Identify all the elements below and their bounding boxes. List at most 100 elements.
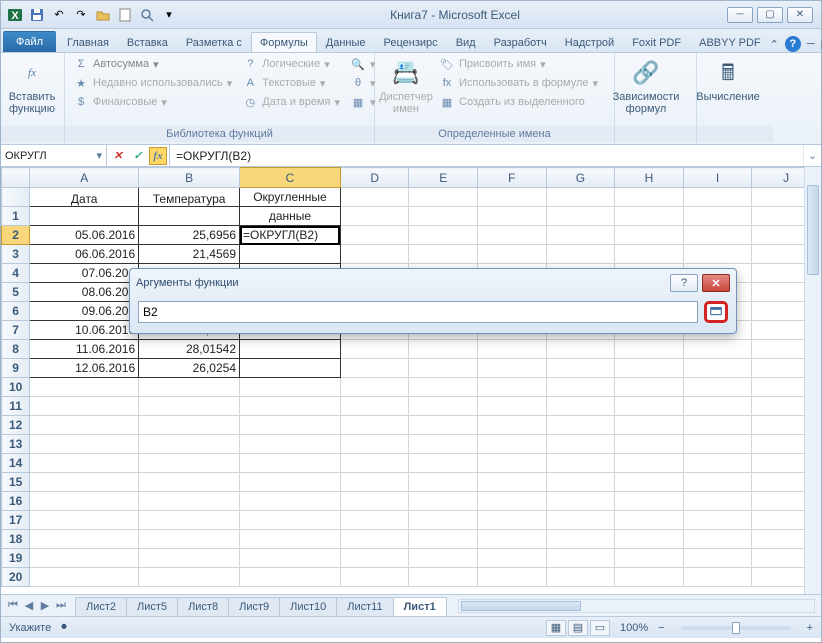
- row-header[interactable]: 20: [2, 568, 30, 587]
- cell[interactable]: [615, 416, 684, 435]
- cell[interactable]: [139, 454, 240, 473]
- cell[interactable]: [409, 207, 478, 226]
- select-all-corner[interactable]: [2, 168, 30, 188]
- cell[interactable]: [478, 207, 547, 226]
- cell[interactable]: [546, 416, 615, 435]
- cell[interactable]: [30, 511, 139, 530]
- col-header[interactable]: D: [340, 168, 409, 188]
- cell[interactable]: [546, 454, 615, 473]
- cell[interactable]: 12.06.2016: [30, 359, 139, 378]
- col-header[interactable]: E: [409, 168, 478, 188]
- cell[interactable]: [240, 549, 341, 568]
- cell[interactable]: [409, 549, 478, 568]
- preview-icon[interactable]: [137, 5, 157, 25]
- cell[interactable]: [340, 435, 409, 454]
- cell[interactable]: [240, 340, 341, 359]
- cell[interactable]: [240, 435, 341, 454]
- cell[interactable]: [30, 397, 139, 416]
- cell[interactable]: [409, 378, 478, 397]
- row-header[interactable]: 11: [2, 397, 30, 416]
- cell[interactable]: [409, 226, 478, 245]
- cell[interactable]: [546, 188, 615, 207]
- grid[interactable]: A B C D E F G H I J Дата Температура Окр…: [1, 167, 821, 587]
- save-icon[interactable]: [27, 5, 47, 25]
- cell[interactable]: [546, 340, 615, 359]
- row-header[interactable]: 8: [2, 340, 30, 359]
- name-box[interactable]: ОКРУГЛ▾: [1, 145, 107, 166]
- cell[interactable]: [240, 492, 341, 511]
- cell[interactable]: [30, 454, 139, 473]
- expand-dialog-button[interactable]: [704, 301, 728, 323]
- cell[interactable]: 25,6956: [139, 226, 240, 245]
- cell[interactable]: Округленные: [240, 188, 341, 207]
- tab-layout[interactable]: Разметка с: [177, 32, 251, 52]
- cell[interactable]: [615, 340, 684, 359]
- dialog-titlebar[interactable]: Аргументы функции ? ✕: [130, 269, 736, 297]
- formula-auditing-button[interactable]: 🔗Зависимости формул: [621, 55, 671, 117]
- cell[interactable]: [615, 397, 684, 416]
- row-header[interactable]: 1: [2, 207, 30, 226]
- cell[interactable]: 09.06.201: [30, 302, 139, 321]
- cell[interactable]: Температура: [139, 188, 240, 207]
- cell[interactable]: [683, 492, 752, 511]
- cell[interactable]: [683, 207, 752, 226]
- recent-button[interactable]: ★Недавно использовались ▾: [71, 74, 234, 92]
- math-button[interactable]: θ▾: [348, 74, 378, 92]
- cell[interactable]: [683, 549, 752, 568]
- cell[interactable]: [340, 207, 409, 226]
- cell[interactable]: [478, 359, 547, 378]
- use-in-formula-button[interactable]: fxИспользовать в формуле ▾: [437, 74, 600, 92]
- cell[interactable]: [340, 397, 409, 416]
- zoom-slider[interactable]: [681, 626, 791, 630]
- cell[interactable]: [615, 492, 684, 511]
- cell[interactable]: [615, 359, 684, 378]
- excel-icon[interactable]: X: [5, 5, 25, 25]
- cell[interactable]: [340, 568, 409, 587]
- sheet-tab[interactable]: Лист11: [336, 597, 393, 616]
- row-header[interactable]: 19: [2, 549, 30, 568]
- tab-file[interactable]: Файл: [3, 31, 56, 52]
- cell[interactable]: [139, 207, 240, 226]
- vertical-scrollbar[interactable]: [804, 167, 821, 594]
- sheet-nav-next-icon[interactable]: ▶: [37, 598, 53, 614]
- text-button[interactable]: AТекстовые ▾: [240, 74, 342, 92]
- cell[interactable]: [546, 549, 615, 568]
- sheet-tab-active[interactable]: Лист1: [393, 597, 447, 616]
- row-header[interactable]: 15: [2, 473, 30, 492]
- cell[interactable]: [340, 530, 409, 549]
- cell[interactable]: [139, 378, 240, 397]
- row-header[interactable]: 9: [2, 359, 30, 378]
- row-header[interactable]: 7: [2, 321, 30, 340]
- cell[interactable]: [240, 530, 341, 549]
- horizontal-scrollbar[interactable]: [458, 599, 815, 613]
- range-input[interactable]: [138, 301, 698, 323]
- cell[interactable]: [139, 511, 240, 530]
- cell[interactable]: [478, 378, 547, 397]
- cell[interactable]: [683, 511, 752, 530]
- tab-foxit[interactable]: Foxit PDF: [623, 32, 690, 52]
- zoom-in-icon[interactable]: +: [807, 622, 813, 634]
- maximize-button[interactable]: ▢: [757, 7, 783, 23]
- cell[interactable]: [478, 549, 547, 568]
- cell[interactable]: 08.06.201: [30, 283, 139, 302]
- zoom-out-icon[interactable]: −: [658, 622, 664, 634]
- scrollbar-thumb[interactable]: [807, 185, 819, 275]
- cell[interactable]: [30, 530, 139, 549]
- col-header[interactable]: A: [30, 168, 139, 188]
- row-header[interactable]: 10: [2, 378, 30, 397]
- cell[interactable]: [478, 226, 547, 245]
- cell[interactable]: [478, 568, 547, 587]
- cell[interactable]: 26,0254: [139, 359, 240, 378]
- minimize-button[interactable]: ─: [727, 7, 753, 23]
- insert-function-button[interactable]: fx Вставить функцию: [7, 55, 57, 117]
- cell[interactable]: 05.06.2016: [30, 226, 139, 245]
- cell[interactable]: [409, 530, 478, 549]
- formula-expand-icon[interactable]: ⌄: [803, 145, 821, 166]
- cell[interactable]: [615, 549, 684, 568]
- cell[interactable]: [546, 378, 615, 397]
- row-header[interactable]: 2: [2, 226, 30, 245]
- ribbon-minimize-icon[interactable]: ⌃: [770, 38, 779, 51]
- tab-data[interactable]: Данные: [317, 32, 375, 52]
- col-header[interactable]: C: [240, 168, 341, 188]
- redo-icon[interactable]: ↷: [71, 5, 91, 25]
